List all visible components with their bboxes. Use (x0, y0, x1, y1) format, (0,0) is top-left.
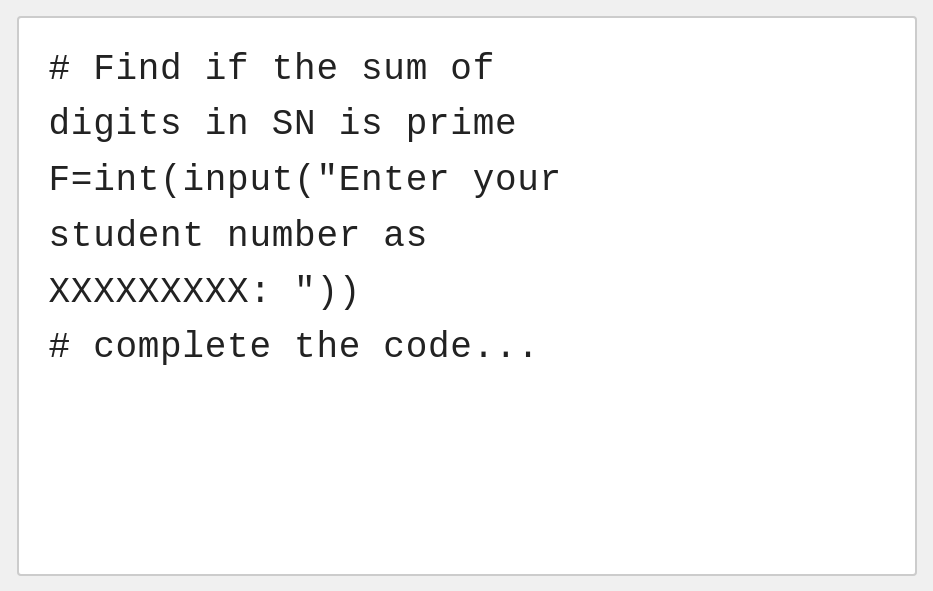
code-line-3: F=int(input("Enter your (49, 153, 885, 209)
code-block: # Find if the sum of digits in SN is pri… (17, 16, 917, 576)
code-line-2: digits in SN is prime (49, 97, 885, 153)
code-line-6: # complete the code... (49, 320, 885, 376)
code-line-5: XXXXXXXXX: ")) (49, 265, 885, 321)
code-line-1: # Find if the sum of (49, 42, 885, 98)
code-line-4: student number as (49, 209, 885, 265)
